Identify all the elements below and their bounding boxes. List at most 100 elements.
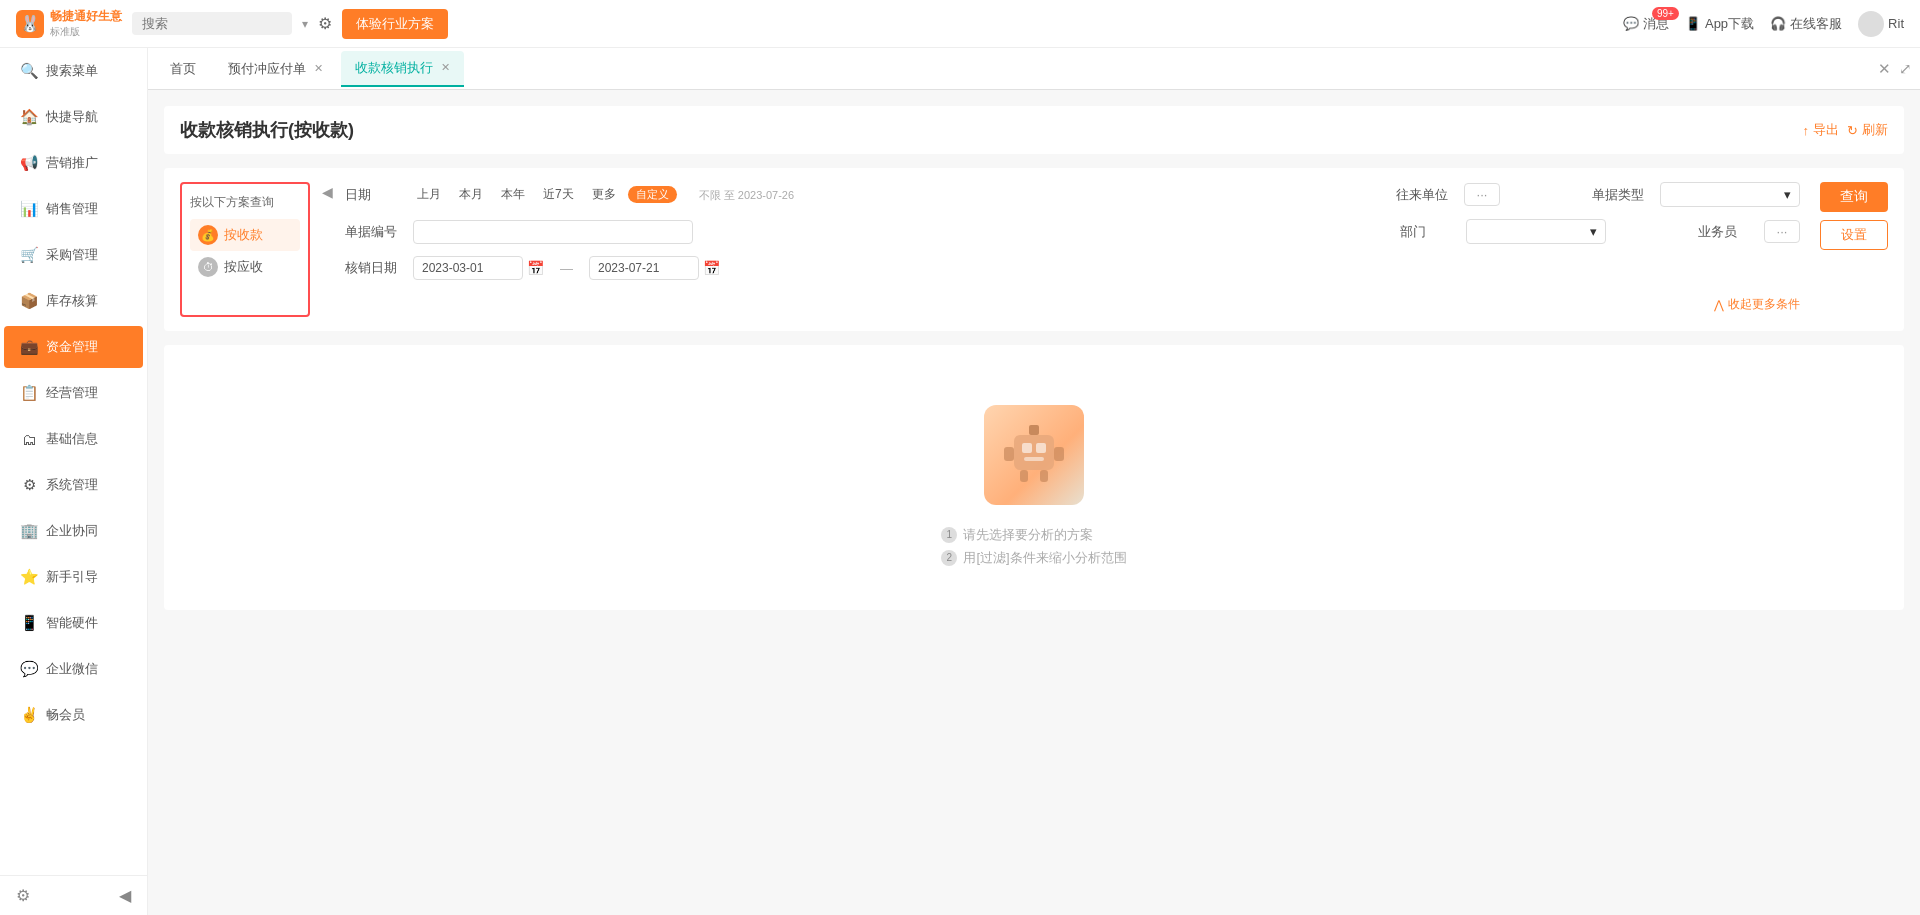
search-input[interactable] xyxy=(132,12,292,35)
calendar-end-icon[interactable]: 📅 xyxy=(703,260,720,276)
main-content: 首页 预付冲应付单 ✕ 收款核销执行 ✕ ✕ ⤢ 收款核销执行(按收款) xyxy=(148,48,1920,915)
svg-rect-3 xyxy=(1024,457,1044,461)
verify-date-end-input[interactable] xyxy=(589,256,699,280)
date-options: 上月 本月 本年 近7天 更多 自定义 xyxy=(411,184,677,205)
date-custom-tag[interactable]: 自定义 xyxy=(628,186,677,203)
filter-row-1: 日期 上月 本月 本年 近7天 更多 自定义 不限 至 2023-07-26 xyxy=(345,182,1800,207)
app-download-button[interactable]: 📱 App下载 xyxy=(1685,15,1754,33)
date-limit-text: 不限 至 2023-07-26 xyxy=(699,189,794,201)
svg-rect-0 xyxy=(1014,435,1054,470)
sidebar-item-system[interactable]: ⚙ 系统管理 xyxy=(4,464,143,506)
department-select[interactable]: ▾ xyxy=(1466,219,1606,244)
date-this-year[interactable]: 本年 xyxy=(495,184,531,205)
inventory-icon: 📦 xyxy=(20,292,38,310)
verify-date-start-input[interactable] xyxy=(413,256,523,280)
tab-home[interactable]: 首页 xyxy=(156,52,210,86)
finance-icon: 💼 xyxy=(20,338,38,356)
logo-icon: 🐰 xyxy=(16,10,44,38)
date-last-month[interactable]: 上月 xyxy=(411,184,447,205)
sales-icon: 📊 xyxy=(20,200,38,218)
tab-receivable[interactable]: 收款核销执行 ✕ xyxy=(341,51,464,87)
date-more[interactable]: 更多 xyxy=(586,184,622,205)
page-header: 收款核销执行(按收款) ↑ 导出 ↻ 刷新 xyxy=(164,106,1904,154)
empty-illustration xyxy=(984,405,1084,505)
system-icon: ⚙ xyxy=(20,476,38,494)
date-label: 日期 xyxy=(345,186,395,204)
app-logo: 🐰 畅捷通好生意 标准版 xyxy=(16,8,122,39)
svg-rect-8 xyxy=(1040,470,1048,482)
guide-icon: ⭐ xyxy=(20,568,38,586)
app-icon: 📱 xyxy=(1685,16,1701,31)
counterparty-label: 往来单位 xyxy=(1396,186,1448,204)
purchase-icon: 🛒 xyxy=(20,246,38,264)
export-button[interactable]: ↑ 导出 xyxy=(1803,121,1840,139)
sidebar-item-search-menu[interactable]: 🔍 搜索菜单 xyxy=(4,50,143,92)
svg-rect-2 xyxy=(1036,443,1046,453)
refresh-button[interactable]: ↻ 刷新 xyxy=(1847,121,1888,139)
collapse-up-icon: ⋀ xyxy=(1714,298,1724,312)
setting-button[interactable]: 设置 xyxy=(1820,220,1888,250)
sidebar-item-operations[interactable]: 📋 经营管理 xyxy=(4,372,143,414)
sidebar-item-basic-info[interactable]: 🗂 基础信息 xyxy=(4,418,143,460)
basicinfo-icon: 🗂 xyxy=(20,431,38,448)
online-service-button[interactable]: 🎧 在线客服 xyxy=(1770,15,1842,33)
collapse-sidebar-icon[interactable]: ◀ xyxy=(119,886,131,905)
counterparty-picker[interactable]: ··· xyxy=(1464,183,1500,206)
filter-option-by-receivable[interactable]: ⏱ 按应收 xyxy=(190,251,300,283)
filter-row-3: 核销日期 📅 — 📅 xyxy=(345,256,1800,280)
doc-no-input[interactable] xyxy=(413,220,693,244)
sidebar-item-wechat[interactable]: 💬 企业微信 xyxy=(4,648,143,690)
sidebar-item-member[interactable]: ✌ 畅会员 xyxy=(4,694,143,736)
close-all-tabs-button[interactable]: ✕ xyxy=(1878,60,1891,78)
sidebar-item-enterprise[interactable]: 🏢 企业协同 xyxy=(4,510,143,552)
settings-icon[interactable]: ⚙ xyxy=(16,886,30,905)
calendar-start-icon[interactable]: 📅 xyxy=(527,260,544,276)
wechat-icon: 💬 xyxy=(20,660,38,678)
sidebar-item-quick-nav[interactable]: 🏠 快捷导航 xyxy=(4,96,143,138)
date-this-month[interactable]: 本月 xyxy=(453,184,489,205)
message-button[interactable]: 💬 消息 99+ xyxy=(1623,15,1669,33)
expand-tab-button[interactable]: ⤢ xyxy=(1899,60,1912,78)
sidebar: 🔍 搜索菜单 🏠 快捷导航 📢 营销推广 📊 销售管理 🛒 采购管理 📦 库存核… xyxy=(0,48,148,915)
topbar-right: 💬 消息 99+ 📱 App下载 🎧 在线客服 Rit xyxy=(1623,11,1904,37)
collapse-more-conditions[interactable]: ⋀ 收起更多条件 xyxy=(345,292,1800,317)
sidebar-item-sales[interactable]: 📊 销售管理 xyxy=(4,188,143,230)
chevron-down-icon-doctype: ▾ xyxy=(1784,187,1791,202)
tabbar: 首页 预付冲应付单 ✕ 收款核销执行 ✕ ✕ ⤢ xyxy=(148,48,1920,90)
hardware-icon: 📱 xyxy=(20,614,38,632)
doc-type-select[interactable]: ▾ xyxy=(1660,182,1800,207)
date-last-7days[interactable]: 近7天 xyxy=(537,184,580,205)
sidebar-item-guide[interactable]: ⭐ 新手引导 xyxy=(4,556,143,598)
verify-date-end-group: 📅 xyxy=(589,256,720,280)
sidebar-item-finance[interactable]: 💼 资金管理 xyxy=(4,326,143,368)
filter-form: 日期 上月 本月 本年 近7天 更多 自定义 不限 至 2023-07-26 xyxy=(345,182,1800,317)
filter-option-by-receipt[interactable]: 💰 按收款 xyxy=(190,219,300,251)
svg-rect-5 xyxy=(1004,447,1014,461)
tab-close-receivable[interactable]: ✕ xyxy=(441,61,450,74)
sidebar-item-marketing[interactable]: 📢 营销推广 xyxy=(4,142,143,184)
header-actions: ↑ 导出 ↻ 刷新 xyxy=(1803,121,1889,139)
main-layout: 🔍 搜索菜单 🏠 快捷导航 📢 营销推广 📊 销售管理 🛒 采购管理 📦 库存核… xyxy=(0,48,1920,915)
chevron-down-icon-dept: ▾ xyxy=(1590,224,1597,239)
user-profile[interactable]: Rit xyxy=(1858,11,1904,37)
staff-picker[interactable]: ··· xyxy=(1764,220,1800,243)
collapse-filter-icon[interactable]: ◀ xyxy=(322,184,333,200)
svg-rect-1 xyxy=(1022,443,1032,453)
sidebar-item-hardware[interactable]: 📱 智能硬件 xyxy=(4,602,143,644)
operations-icon: 📋 xyxy=(20,384,38,402)
export-icon: ↑ xyxy=(1803,123,1810,138)
query-button[interactable]: 查询 xyxy=(1820,182,1888,212)
empty-tip-1: 1 请先选择要分析的方案 xyxy=(941,523,1126,546)
filter-sidebar: 按以下方案查询 💰 按收款 ⏱ 按应收 xyxy=(180,182,310,317)
tab-prepay[interactable]: 预付冲应付单 ✕ xyxy=(214,52,337,86)
verify-date-label: 核销日期 xyxy=(345,259,397,277)
filter-panel: 按以下方案查询 💰 按收款 ⏱ 按应收 ◀ 日期 xyxy=(164,168,1904,331)
sidebar-item-inventory[interactable]: 📦 库存核算 xyxy=(4,280,143,322)
industry-button[interactable]: 体验行业方案 xyxy=(342,9,448,39)
chevron-down-icon[interactable]: ▾ xyxy=(302,17,308,31)
sidebar-item-purchase[interactable]: 🛒 采购管理 xyxy=(4,234,143,276)
department-label: 部门 xyxy=(1400,223,1450,241)
date-range-separator: — xyxy=(560,261,573,276)
gear-icon[interactable]: ⚙ xyxy=(318,14,332,33)
tab-close-prepay[interactable]: ✕ xyxy=(314,62,323,75)
